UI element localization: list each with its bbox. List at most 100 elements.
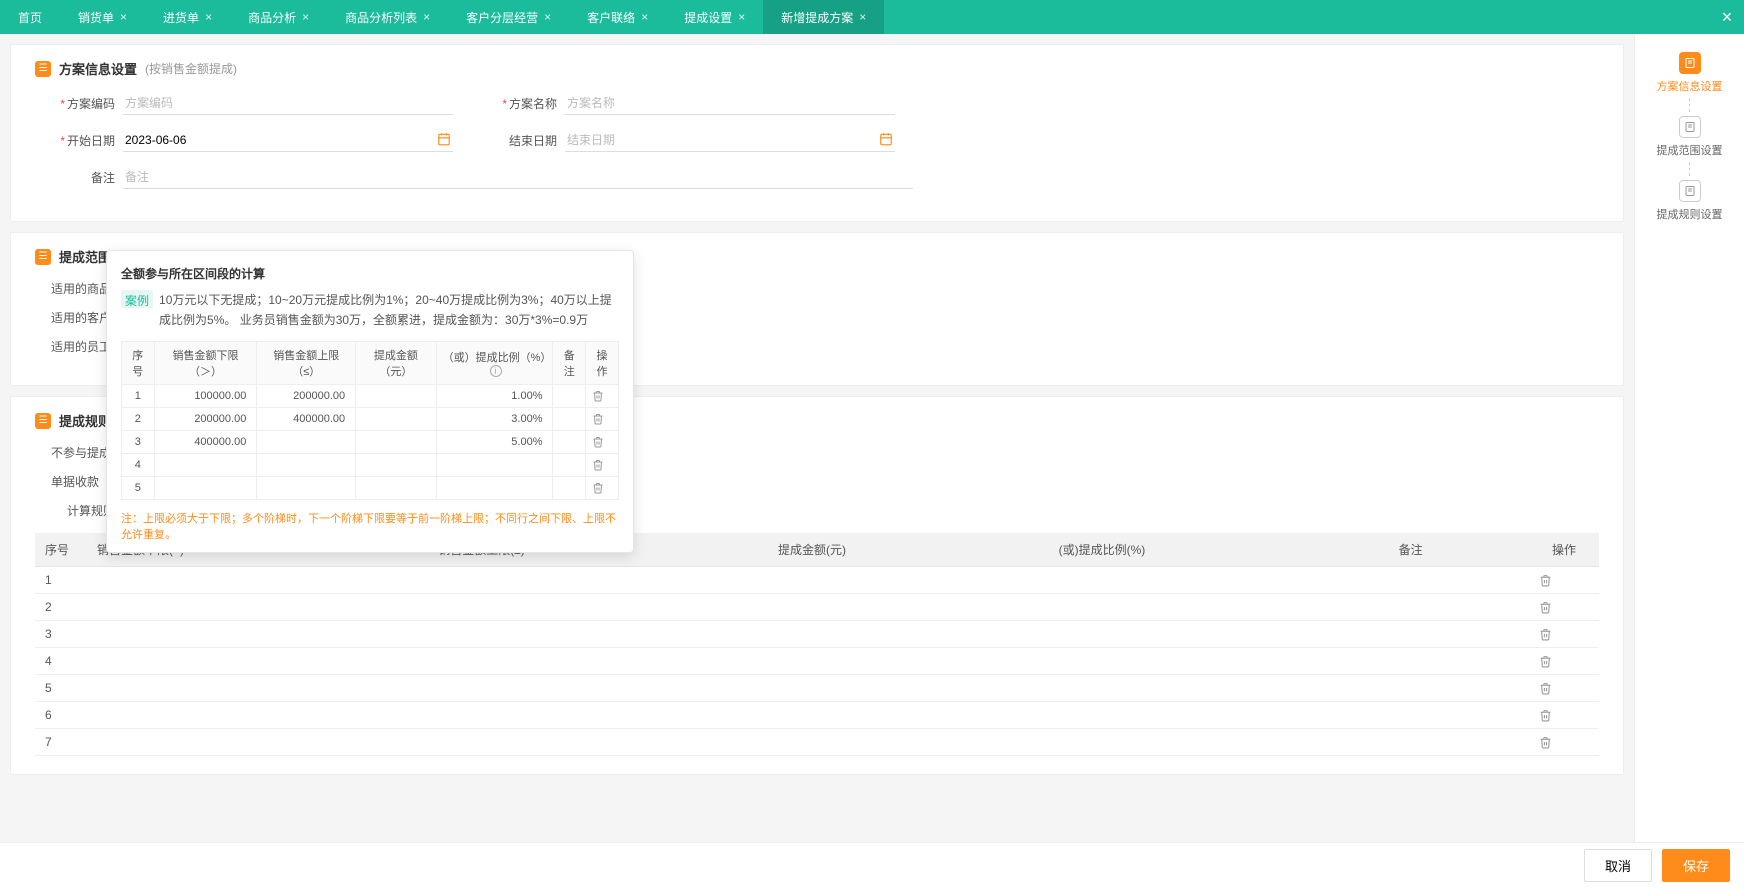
trash-icon[interactable] — [1539, 628, 1589, 641]
tier-row[interactable]: 7 — [35, 729, 1599, 756]
delete-cell[interactable] — [1529, 702, 1599, 729]
delete-cell[interactable] — [586, 384, 619, 407]
tier-row[interactable]: 2 — [35, 594, 1599, 621]
remark-input[interactable] — [123, 166, 913, 189]
trash-icon[interactable] — [1539, 709, 1589, 722]
trash-icon[interactable] — [1539, 574, 1589, 587]
delete-cell[interactable] — [1529, 648, 1599, 675]
trash-icon[interactable] — [592, 482, 612, 494]
popover-note: 注：上限必须大于下限；多个阶梯时，下一个阶梯下限要等于前一阶梯上限；不同行之间下… — [121, 510, 619, 542]
delete-cell[interactable] — [586, 407, 619, 430]
tab-new-commission-plan[interactable]: 新增提成方案× — [763, 0, 884, 34]
delete-cell[interactable] — [586, 476, 619, 499]
delete-cell[interactable] — [1529, 729, 1599, 756]
cancel-button[interactable]: 取消 — [1584, 849, 1652, 882]
close-icon[interactable]: × — [205, 10, 212, 24]
th-seq: 序号 — [35, 533, 87, 567]
pop-row: 2200000.00400000.003.00% — [122, 407, 619, 430]
panel-subtitle: (按销售金额提成) — [145, 60, 237, 77]
close-icon[interactable]: × — [859, 10, 866, 24]
form-icon — [1679, 52, 1701, 74]
anchor-step-scope[interactable]: 提成范围设置 — [1657, 116, 1723, 158]
anchor-nav: 方案信息设置 提成范围设置 提成规则设置 — [1634, 34, 1744, 888]
tab-sales-order[interactable]: 销货单× — [60, 0, 145, 34]
plan-code-label: *方案编码 — [51, 95, 115, 112]
plan-name-input[interactable] — [565, 92, 895, 115]
pop-row: 1100000.00200000.001.00% — [122, 384, 619, 407]
tab-product-analysis[interactable]: 商品分析× — [230, 0, 327, 34]
anchor-step-info[interactable]: 方案信息设置 — [1657, 52, 1723, 94]
trash-icon[interactable] — [1539, 682, 1589, 695]
th-pct: (或)提成比例(%) — [1049, 533, 1389, 567]
end-date-label: 结束日期 — [493, 132, 557, 149]
save-button[interactable]: 保存 — [1662, 849, 1730, 882]
th-remark: 备注 — [1389, 533, 1529, 567]
close-icon[interactable]: × — [738, 10, 745, 24]
tier-row[interactable]: 3 — [35, 621, 1599, 648]
help-popover: 全额参与所在区间段的计算 案例 10万元以下无提成；10~20万元提成比例为1%… — [106, 250, 634, 553]
tier-row[interactable]: 1 — [35, 567, 1599, 594]
trash-icon[interactable] — [592, 459, 612, 471]
form-icon — [1679, 116, 1701, 138]
tab-commission-settings[interactable]: 提成设置× — [666, 0, 763, 34]
panel-icon: ☰ — [35, 413, 51, 429]
tab-customer-contact[interactable]: 客户联络× — [569, 0, 666, 34]
trash-icon[interactable] — [1539, 736, 1589, 749]
anchor-step-rules[interactable]: 提成规则设置 — [1657, 180, 1723, 222]
pop-th: 操作 — [586, 341, 619, 384]
start-date-input[interactable] — [123, 129, 453, 152]
tier-row[interactable]: 6 — [35, 702, 1599, 729]
end-date-input[interactable] — [565, 129, 895, 152]
footer-actions: 取消 保存 — [0, 842, 1744, 888]
close-icon[interactable]: × — [120, 10, 127, 24]
popover-title: 全额参与所在区间段的计算 — [121, 265, 619, 282]
pop-th: 备注 — [553, 341, 586, 384]
tab-customer-tier[interactable]: 客户分层经营× — [448, 0, 569, 34]
tier-row[interactable]: 4 — [35, 648, 1599, 675]
close-icon[interactable]: × — [423, 10, 430, 24]
panel-icon: ☰ — [35, 249, 51, 265]
close-icon[interactable]: × — [641, 10, 648, 24]
popover-table: 序号销售金额下限（＞）销售金额上限（≤）提成金额（元）（或）提成比例（%）i备注… — [121, 341, 619, 500]
tab-home[interactable]: 首页 — [0, 0, 60, 34]
delete-cell[interactable] — [1529, 567, 1599, 594]
pop-th: 销售金额下限（＞） — [154, 341, 257, 384]
tab-purchase-order[interactable]: 进货单× — [145, 0, 230, 34]
plan-code-input[interactable] — [123, 92, 453, 115]
panel-icon: ☰ — [35, 61, 51, 77]
trash-icon[interactable] — [1539, 601, 1589, 614]
pop-row: 5 — [122, 476, 619, 499]
close-icon[interactable]: × — [544, 10, 551, 24]
th-op: 操作 — [1529, 533, 1599, 567]
example-tag: 案例 — [121, 290, 153, 308]
pop-row: 4 — [122, 453, 619, 476]
delete-cell[interactable] — [1529, 594, 1599, 621]
form-icon — [1679, 180, 1701, 202]
trash-icon[interactable] — [592, 413, 612, 425]
info-icon: i — [490, 365, 502, 377]
tab-bar: 首页 销货单× 进货单× 商品分析× 商品分析列表× 客户分层经营× 客户联络×… — [0, 0, 1744, 34]
panel-plan-info: ☰ 方案信息设置 (按销售金额提成) *方案编码 *方案名称 *开始日期 — [10, 44, 1624, 222]
pop-th: （或）提成比例（%）i — [436, 341, 553, 384]
receipt-label: 单据收款 — [51, 475, 99, 489]
trash-icon[interactable] — [592, 390, 612, 402]
start-date-label: *开始日期 — [51, 132, 115, 149]
plan-name-label: *方案名称 — [493, 95, 557, 112]
trash-icon[interactable] — [592, 436, 612, 448]
panel-title: 方案信息设置 — [59, 59, 137, 78]
close-icon[interactable]: × — [302, 10, 309, 24]
pop-row: 3400000.005.00% — [122, 430, 619, 453]
delete-cell[interactable] — [1529, 675, 1599, 702]
close-all-tabs-button[interactable]: × — [1710, 0, 1744, 34]
delete-cell[interactable] — [586, 453, 619, 476]
pop-th: 提成金额（元） — [356, 341, 436, 384]
pop-th: 销售金额上限（≤） — [257, 341, 356, 384]
th-amt: 提成金额(元) — [768, 533, 1049, 567]
exclude-label: 不参与提成 — [51, 446, 111, 460]
pop-th: 序号 — [122, 341, 155, 384]
tier-row[interactable]: 5 — [35, 675, 1599, 702]
trash-icon[interactable] — [1539, 655, 1589, 668]
delete-cell[interactable] — [1529, 621, 1599, 648]
tab-product-analysis-list[interactable]: 商品分析列表× — [327, 0, 448, 34]
delete-cell[interactable] — [586, 430, 619, 453]
